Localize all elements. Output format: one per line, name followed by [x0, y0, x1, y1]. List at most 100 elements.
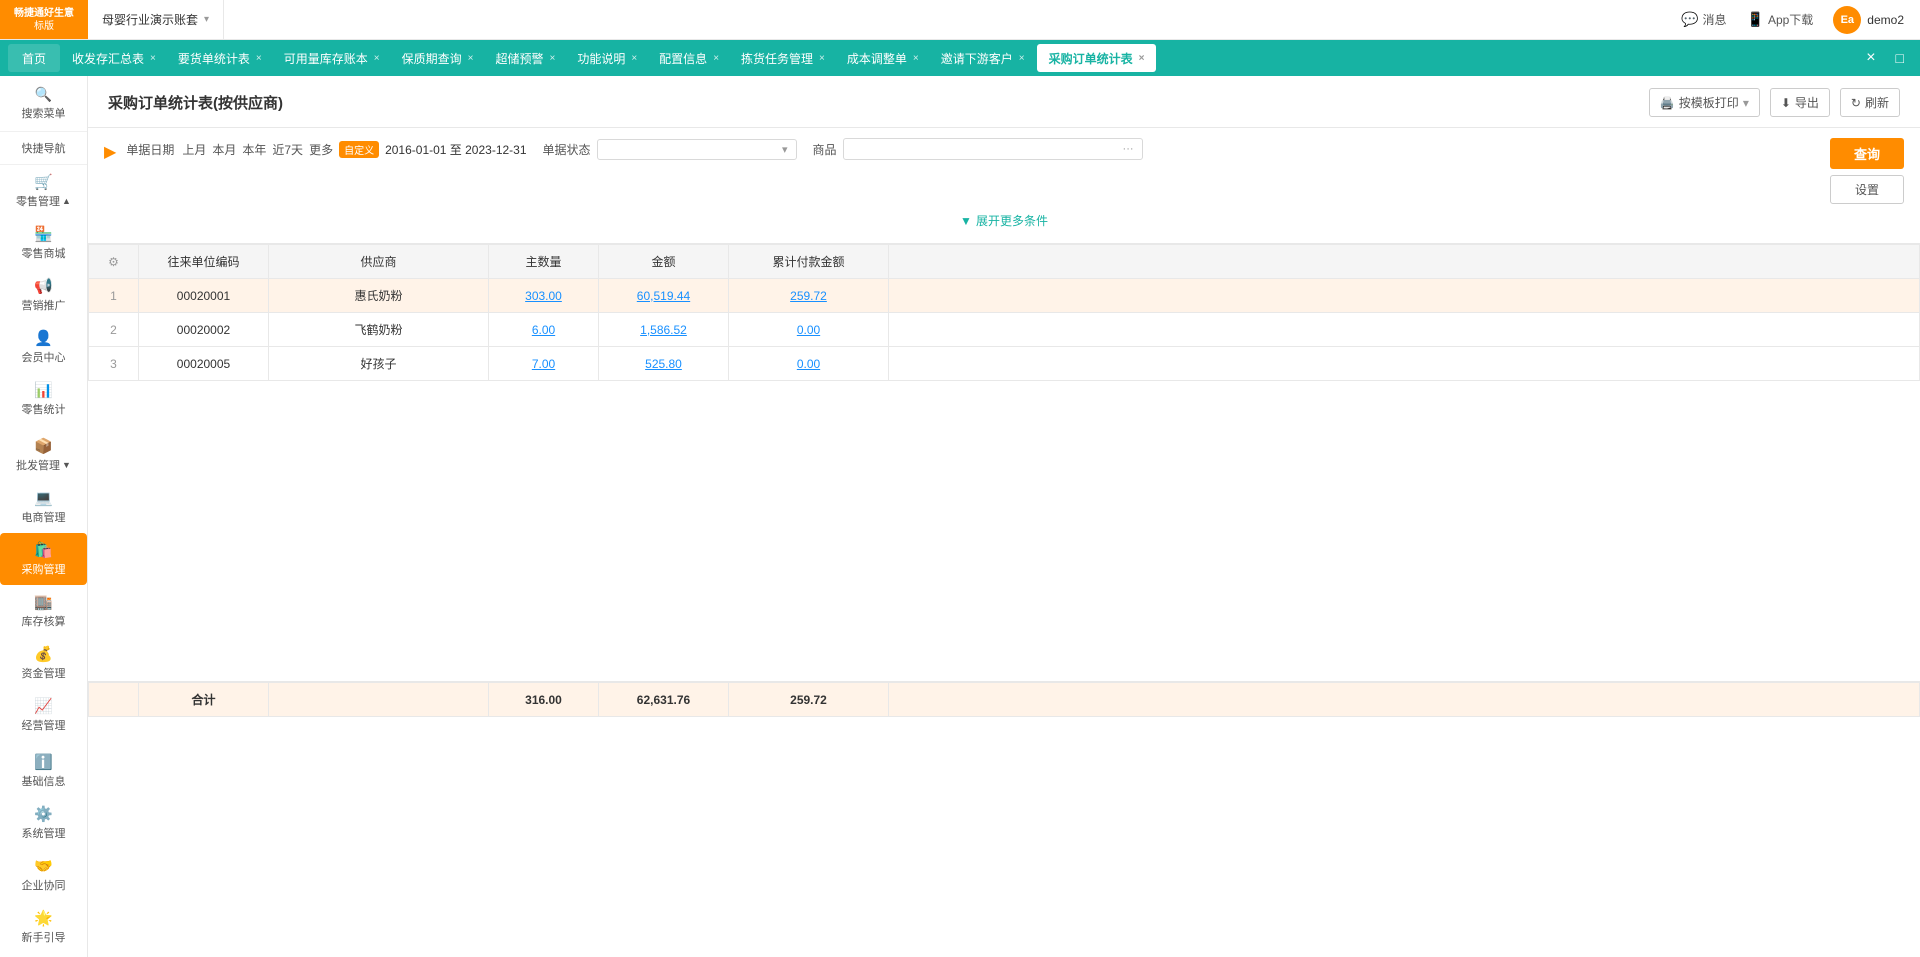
- sidebar-item-wholesale-mgmt[interactable]: 📦 批发管理 ▼: [0, 429, 87, 481]
- tab-expiry-query-label: 保质期查询: [402, 50, 462, 67]
- search-menu-btn[interactable]: 🔍 搜索菜单: [0, 76, 87, 132]
- tab-config-info[interactable]: 配置信息 ×: [649, 44, 729, 72]
- tab-receive-summary-label: 收发存汇总表: [72, 50, 144, 67]
- date-label: 单据日期: [126, 141, 174, 158]
- message-btn[interactable]: 💬 消息: [1681, 11, 1726, 28]
- tab-expiry-query-close[interactable]: ×: [468, 53, 474, 64]
- tab-purchase-stats[interactable]: 采购订单统计表 ×: [1037, 44, 1157, 72]
- tab-invite-downstream-close[interactable]: ×: [1019, 53, 1025, 64]
- filter-toggle-btn[interactable]: ▶: [104, 142, 116, 162]
- tab-config-info-close[interactable]: ×: [713, 53, 719, 64]
- sidebar-item-app-center[interactable]: 🔲 应用中心: [0, 953, 87, 957]
- tab-cost-adjust-label: 成本调整单: [847, 50, 907, 67]
- col-supplier-header: 供应商: [269, 245, 489, 279]
- tab-picking-task[interactable]: 拣货任务管理 ×: [731, 44, 835, 72]
- message-icon: 💬: [1681, 11, 1698, 28]
- row-paid[interactable]: 259.72: [729, 279, 889, 313]
- date-opt-more[interactable]: 更多: [309, 141, 333, 158]
- tab-config-info-label: 配置信息: [659, 50, 707, 67]
- retail-stats-icon: 📊: [34, 381, 53, 399]
- print-dropdown-icon: ▾: [1743, 96, 1749, 110]
- sidebar-item-retail-shop[interactable]: 🏪 零售商城: [0, 217, 87, 269]
- row-qty[interactable]: 303.00: [489, 279, 599, 313]
- tab-cost-adjust[interactable]: 成本调整单 ×: [837, 44, 929, 72]
- setting-btn[interactable]: 设置: [1830, 175, 1904, 204]
- tab-overstock-label: 超储预警: [495, 50, 543, 67]
- tab-cost-adjust-close[interactable]: ×: [913, 53, 919, 64]
- filter-area: ▶ 单据日期 上月 本月 本年 近7天 更多: [88, 128, 1920, 244]
- app-download-label: App下载: [1768, 11, 1813, 28]
- wholesale-chevron-icon: ▼: [62, 460, 71, 470]
- tab-func-desc-close[interactable]: ×: [631, 53, 637, 64]
- sidebar-item-enterprise-collab[interactable]: 🤝 企业协同: [0, 849, 87, 901]
- tab-home[interactable]: 首页: [8, 44, 60, 72]
- sidebar-item-retail-mgmt[interactable]: 🛒 零售管理 ▲: [0, 165, 87, 217]
- tab-expiry-query[interactable]: 保质期查询 ×: [392, 44, 484, 72]
- date-opt-this-month[interactable]: 本月: [212, 141, 236, 158]
- sidebar-item-member-center[interactable]: 👤 会员中心: [0, 321, 87, 373]
- tab-available-stock[interactable]: 可用量库存账本 ×: [274, 44, 390, 72]
- col-settings[interactable]: ⚙: [89, 245, 139, 279]
- tab-overstock-close[interactable]: ×: [549, 53, 555, 64]
- row-paid[interactable]: 0.00: [729, 347, 889, 381]
- sidebar-item-ecommerce[interactable]: 💻 电商管理: [0, 481, 87, 533]
- status-dropdown-icon: ▾: [782, 143, 788, 156]
- row-seq: 1: [89, 279, 139, 313]
- close-window-btn[interactable]: ×: [1858, 47, 1883, 69]
- row-amount[interactable]: 1,586.52: [599, 313, 729, 347]
- sidebar-item-retail-stats[interactable]: 📊 零售统计: [0, 373, 87, 425]
- message-label: 消息: [1702, 11, 1726, 28]
- row-qty[interactable]: 7.00: [489, 347, 599, 381]
- table-row: 2 00020002 飞鹤奶粉 6.00 1,586.52 0.00: [89, 313, 1920, 347]
- row-amount[interactable]: 60,519.44: [599, 279, 729, 313]
- tab-receive-summary[interactable]: 收发存汇总表 ×: [62, 44, 166, 72]
- app-download-btn[interactable]: 📱 App下载: [1747, 11, 1814, 28]
- export-icon: ⬇: [1781, 96, 1791, 110]
- tab-picking-task-close[interactable]: ×: [819, 53, 825, 64]
- settings-icon[interactable]: ⚙: [108, 255, 119, 269]
- print-btn[interactable]: 🖨️ 按模板打印 ▾: [1649, 88, 1760, 117]
- quick-nav-btn[interactable]: 快捷导航: [0, 132, 87, 165]
- page-header: 采购订单统计表(按供应商) 🖨️ 按模板打印 ▾ ⬇ 导出 ↻ 刷新: [88, 76, 1920, 128]
- sidebar-item-stock-check[interactable]: 🏬 库存核算: [0, 585, 87, 637]
- sidebar-item-purchase-mgmt[interactable]: 🛍️ 采购管理: [0, 533, 87, 585]
- footer-qty: 316.00: [489, 683, 599, 717]
- sidebar-item-basic-info[interactable]: ℹ️ 基础信息: [0, 745, 87, 797]
- tab-func-desc[interactable]: 功能说明 ×: [567, 44, 647, 72]
- tab-func-desc-label: 功能说明: [577, 50, 625, 67]
- tab-picking-task-label: 拣货任务管理: [741, 50, 813, 67]
- sidebar-item-ops-mgmt[interactable]: 📈 经营管理: [0, 689, 87, 741]
- tab-order-summary-close[interactable]: ×: [256, 53, 262, 64]
- sidebar-item-marketing[interactable]: 📢 营销推广: [0, 269, 87, 321]
- workspace-selector[interactable]: 母婴行业演示账套 ▾: [88, 0, 224, 39]
- date-opt-this-year[interactable]: 本年: [242, 141, 266, 158]
- query-btn[interactable]: 查询: [1830, 138, 1904, 169]
- expand-more-btn[interactable]: ▼ 展开更多条件: [104, 208, 1904, 233]
- tab-receive-summary-close[interactable]: ×: [150, 53, 156, 64]
- goods-more-icon[interactable]: ···: [1123, 143, 1134, 155]
- row-amount[interactable]: 525.80: [599, 347, 729, 381]
- user-profile[interactable]: Ea demo2: [1833, 6, 1904, 34]
- tab-invite-downstream[interactable]: 邀请下游客户 ×: [931, 44, 1035, 72]
- sidebar-item-sys-mgmt[interactable]: ⚙️ 系统管理: [0, 797, 87, 849]
- row-paid[interactable]: 0.00: [729, 313, 889, 347]
- tab-invite-downstream-label: 邀请下游客户: [941, 50, 1013, 67]
- main-content: 采购订单统计表(按供应商) 🖨️ 按模板打印 ▾ ⬇ 导出 ↻ 刷新: [88, 76, 1920, 957]
- refresh-btn[interactable]: ↻ 刷新: [1840, 88, 1900, 117]
- row-qty[interactable]: 6.00: [489, 313, 599, 347]
- status-select[interactable]: ▾: [597, 139, 797, 160]
- date-opt-last-month[interactable]: 上月: [182, 141, 206, 158]
- custom-date-badge: 自定义: [339, 141, 379, 158]
- stock-icon: 🏬: [34, 593, 53, 611]
- sidebar-item-new-guide[interactable]: 🌟 新手引导: [0, 901, 87, 953]
- goods-filter: 商品 ···: [813, 138, 1143, 160]
- tab-available-stock-close[interactable]: ×: [374, 53, 380, 64]
- maximize-window-btn[interactable]: □: [1888, 48, 1912, 68]
- date-opt-7days[interactable]: 近7天: [272, 141, 303, 158]
- tab-overstock[interactable]: 超储预警 ×: [485, 44, 565, 72]
- goods-input[interactable]: [852, 142, 1123, 156]
- tab-purchase-stats-close[interactable]: ×: [1139, 53, 1145, 64]
- tab-order-summary[interactable]: 要货单统计表 ×: [168, 44, 272, 72]
- export-btn[interactable]: ⬇ 导出: [1770, 88, 1830, 117]
- sidebar-item-finance-mgmt[interactable]: 💰 资金管理: [0, 637, 87, 689]
